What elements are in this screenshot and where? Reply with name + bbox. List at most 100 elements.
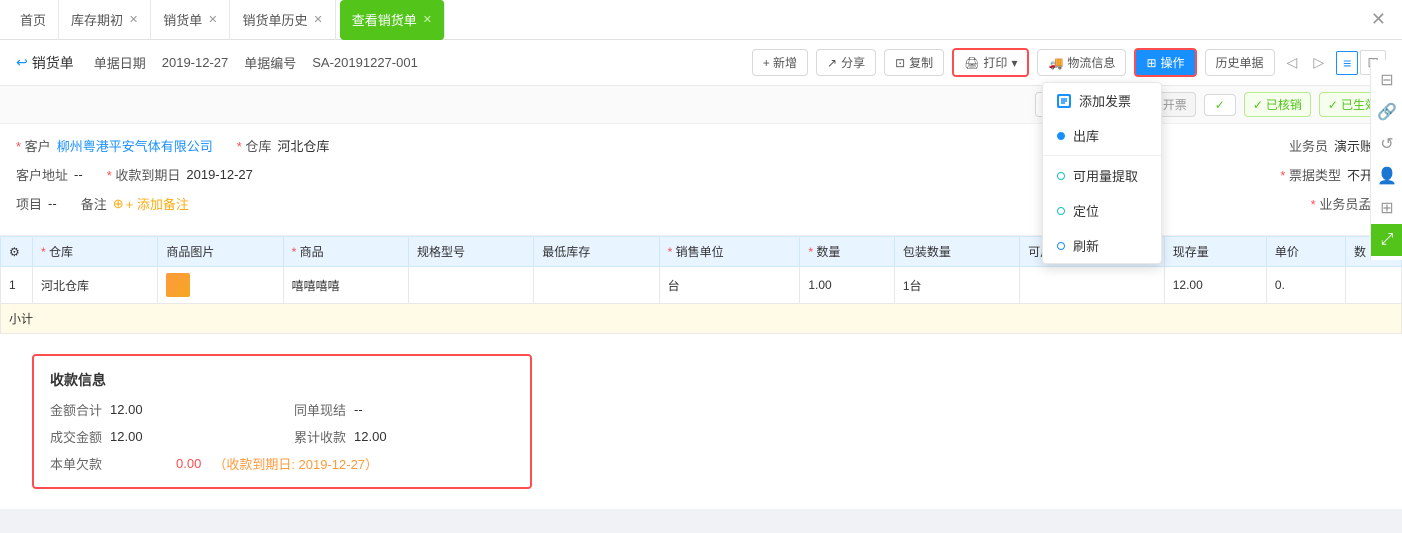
same-order-label: 同单现结 (294, 400, 346, 419)
same-order-row: 同单现结 -- (294, 400, 514, 419)
no-label: 单据编号 (244, 53, 296, 72)
truck-icon: 🚚 (1048, 56, 1063, 70)
history-button[interactable]: 历史单据 (1205, 49, 1275, 76)
col-current: 现存量 (1164, 237, 1266, 267)
project-value: -- (48, 196, 57, 211)
dropdown-divider (1043, 155, 1161, 156)
close-tab-sales[interactable]: ✕ (208, 13, 217, 26)
next-doc-button[interactable]: ▷ (1309, 54, 1328, 71)
deal-amount-label: 成交金额 (50, 427, 102, 446)
project-field: 项目 -- (16, 194, 57, 213)
tab-inventory-init[interactable]: 库存期初 ✕ (59, 0, 151, 40)
row-extra (1345, 267, 1401, 304)
deal-amount-value: 12.00 (110, 429, 143, 444)
add-note-button[interactable]: ⊕ + 添加备注 (113, 194, 189, 213)
form-section: 客户 柳州粤港平安气体有限公司 仓库 河北仓库 业务员 演示账号 客户地址 --… (0, 124, 1402, 236)
sidebar-right: ⊟ 🔗 ↺ 👤 ⊞ ⤢ (1370, 60, 1402, 260)
warehouse-field: 仓库 河北仓库 (237, 136, 330, 155)
sales-staff-label: 业务员孟 (1311, 194, 1372, 213)
copy-button[interactable]: ⊡ 复制 (884, 49, 944, 76)
prev-doc-button[interactable]: ◁ (1283, 54, 1302, 71)
share-icon: ↗ (827, 56, 837, 70)
copy-icon: ⊡ (895, 56, 905, 70)
row-pack-qty: 1台 (894, 267, 1019, 304)
check-icon-btn[interactable]: ✓ (1204, 94, 1236, 116)
list-view-button[interactable]: ≡ (1336, 51, 1358, 75)
amount-total-label: 金额合计 (50, 400, 102, 419)
doc-meta: 单据日期 2019-12-27 单据编号 SA-20191227-001 (94, 53, 418, 72)
invoice-icon (1057, 94, 1071, 108)
address-value: -- (74, 167, 83, 182)
print-dropdown-arrow: ▾ (1011, 56, 1017, 70)
dropdown-out-warehouse[interactable]: 出库 (1043, 118, 1161, 153)
row-qty: 1.00 (800, 267, 895, 304)
logistics-button[interactable]: 🚚 物流信息 (1037, 49, 1126, 76)
dropdown-add-invoice[interactable]: 添加发票 (1043, 83, 1161, 118)
tab-sales-history[interactable]: 销货单历史 ✕ (230, 0, 335, 40)
date-value: 2019-12-27 (162, 55, 229, 70)
subtotal-row: 小计 (1, 304, 1402, 334)
available-pick-label: 可用量提取 (1073, 166, 1138, 185)
reviewed-icon: ✓ (1253, 98, 1263, 112)
dropdown-refresh[interactable]: 刷新 (1043, 228, 1161, 263)
due-date-field: 收款到期日 2019-12-27 (107, 165, 253, 184)
close-tab-inventory[interactable]: ✕ (129, 13, 138, 26)
due-date-value: 2019-12-27 (186, 167, 253, 182)
sidebar-icon-expand[interactable]: ⤢ (1371, 224, 1402, 256)
balance-label: 本单欠款 (50, 454, 168, 473)
close-tab-view-sales[interactable]: ✕ (423, 13, 432, 26)
customer-field: 客户 柳州粤港平安气体有限公司 (16, 136, 213, 155)
dropdown-available-pick[interactable]: 可用量提取 (1043, 158, 1161, 193)
cumulative-value: 12.00 (354, 429, 387, 444)
sidebar-icon-1[interactable]: ⊟ (1371, 64, 1402, 96)
tab-home[interactable]: 首页 (8, 0, 59, 40)
sidebar-icon-2[interactable]: 🔗 (1371, 96, 1402, 128)
col-settings[interactable]: ⚙ (1, 237, 33, 267)
row-current: 12.00 (1164, 267, 1266, 304)
tab-bar-right: ✕ (1363, 9, 1394, 30)
refresh-label: 刷新 (1073, 236, 1099, 255)
print-icon: 🖨 (964, 56, 979, 70)
row-available (1020, 267, 1165, 304)
window-close-button[interactable]: ✕ (1363, 9, 1394, 30)
add-invoice-label: 添加发票 (1079, 91, 1131, 110)
reviewed-badge[interactable]: ✓ 已核销 (1244, 92, 1311, 117)
check-icon: ✓ (1215, 98, 1225, 112)
balance-due-note: （收款到期日: 2019-12-27） (213, 454, 378, 473)
tab-sales-order[interactable]: 销货单 ✕ (151, 0, 230, 40)
form-row-3: 项目 -- 备注 ⊕ + 添加备注 业务员孟 -- (16, 194, 1386, 213)
amount-total-row: 金额合计 12.00 (50, 400, 270, 419)
staff-label: 业务员 (1289, 136, 1328, 155)
customer-label: 客户 (16, 136, 51, 155)
sidebar-icon-4[interactable]: 👤 (1371, 160, 1402, 192)
col-warehouse: 仓库 (33, 237, 158, 267)
sidebar-icon-3[interactable]: ↺ (1371, 128, 1402, 160)
subtotal-label: 小计 (1, 304, 1402, 334)
row-image (158, 267, 283, 304)
locate-label: 定位 (1073, 201, 1099, 220)
payment-section: 收款信息 金额合计 12.00 同单现结 -- 成交金额 12.00 累计收款 … (0, 334, 1402, 509)
share-button[interactable]: ↗ 分享 (816, 49, 876, 76)
doc-title-text: 销货单 (32, 53, 74, 73)
cumulative-row: 累计收款 12.00 (294, 427, 514, 446)
add-icon: ⊕ (113, 196, 124, 212)
balance-row: 本单欠款 0.00 （收款到期日: 2019-12-27） (50, 454, 514, 473)
operations-button[interactable]: ⊞ 操作 (1134, 48, 1196, 77)
locate-icon (1057, 207, 1065, 215)
new-button[interactable]: + 新增 (752, 49, 808, 76)
product-image (166, 273, 190, 297)
doc-actions: + 新增 ↗ 分享 ⊡ 复制 🖨 打印 ▾ 🚚 物流信息 ⊞ 操作 (752, 48, 1386, 77)
payment-box: 收款信息 金额合计 12.00 同单现结 -- 成交金额 12.00 累计收款 … (32, 354, 532, 489)
tab-view-sales[interactable]: 查看销货单 ✕ (340, 0, 445, 40)
cumulative-label: 累计收款 (294, 427, 346, 446)
col-min-stock: 最低库存 (534, 237, 659, 267)
dropdown-locate[interactable]: 定位 (1043, 193, 1161, 228)
doc-header: ↩ 销货单 单据日期 2019-12-27 单据编号 SA-20191227-0… (0, 40, 1402, 86)
close-tab-history[interactable]: ✕ (314, 13, 323, 26)
print-button[interactable]: 🖨 打印 ▾ (952, 48, 1029, 77)
customer-value[interactable]: 柳州粤港平安气体有限公司 (57, 136, 213, 155)
available-pick-icon (1057, 172, 1065, 180)
same-order-value: -- (354, 402, 363, 417)
note-label: 备注 (81, 194, 107, 213)
sidebar-icon-5[interactable]: ⊞ (1371, 192, 1402, 224)
